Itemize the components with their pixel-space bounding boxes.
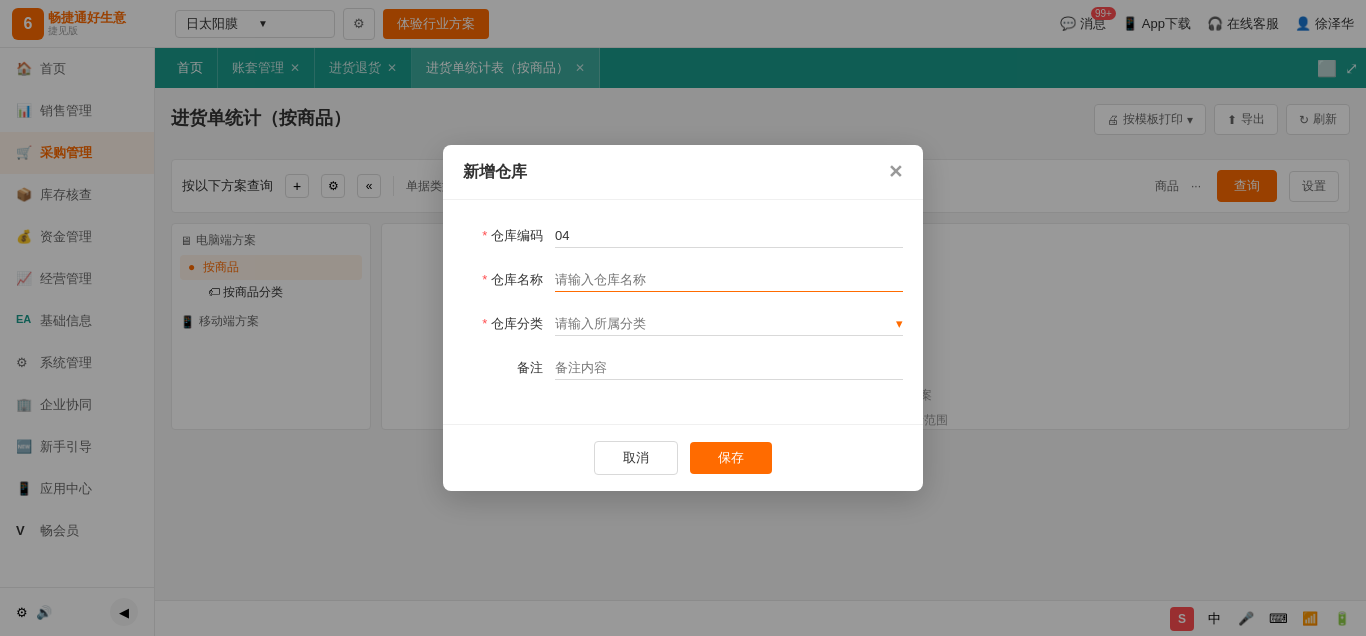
modal-body: 仓库编码 仓库名称 仓库分类 ▾ 备注 [443,200,923,424]
warehouse-category-select[interactable]: ▾ [555,312,903,336]
warehouse-category-label: 仓库分类 [463,315,543,333]
new-warehouse-modal: 新增仓库 ✕ 仓库编码 仓库名称 仓库分类 ▾ [443,145,923,491]
warehouse-name-input[interactable] [555,268,903,292]
modal-header: 新增仓库 ✕ [443,145,923,200]
warehouse-category-input[interactable] [555,316,896,331]
warehouse-remark-row: 备注 [463,356,903,380]
modal-title: 新增仓库 [463,162,527,183]
warehouse-code-row: 仓库编码 [463,224,903,248]
modal-footer: 取消 保存 [443,424,923,491]
warehouse-category-row: 仓库分类 ▾ [463,312,903,336]
warehouse-remark-input[interactable] [555,356,903,380]
cancel-button[interactable]: 取消 [594,441,678,475]
warehouse-name-row: 仓库名称 [463,268,903,292]
modal-overlay: 新增仓库 ✕ 仓库编码 仓库名称 仓库分类 ▾ [0,0,1366,636]
warehouse-name-label: 仓库名称 [463,271,543,289]
warehouse-remark-label: 备注 [463,359,543,377]
modal-close-button[interactable]: ✕ [888,161,903,183]
category-dropdown-icon: ▾ [896,316,903,331]
warehouse-code-input[interactable] [555,224,903,248]
save-button[interactable]: 保存 [690,442,772,474]
warehouse-code-label: 仓库编码 [463,227,543,245]
